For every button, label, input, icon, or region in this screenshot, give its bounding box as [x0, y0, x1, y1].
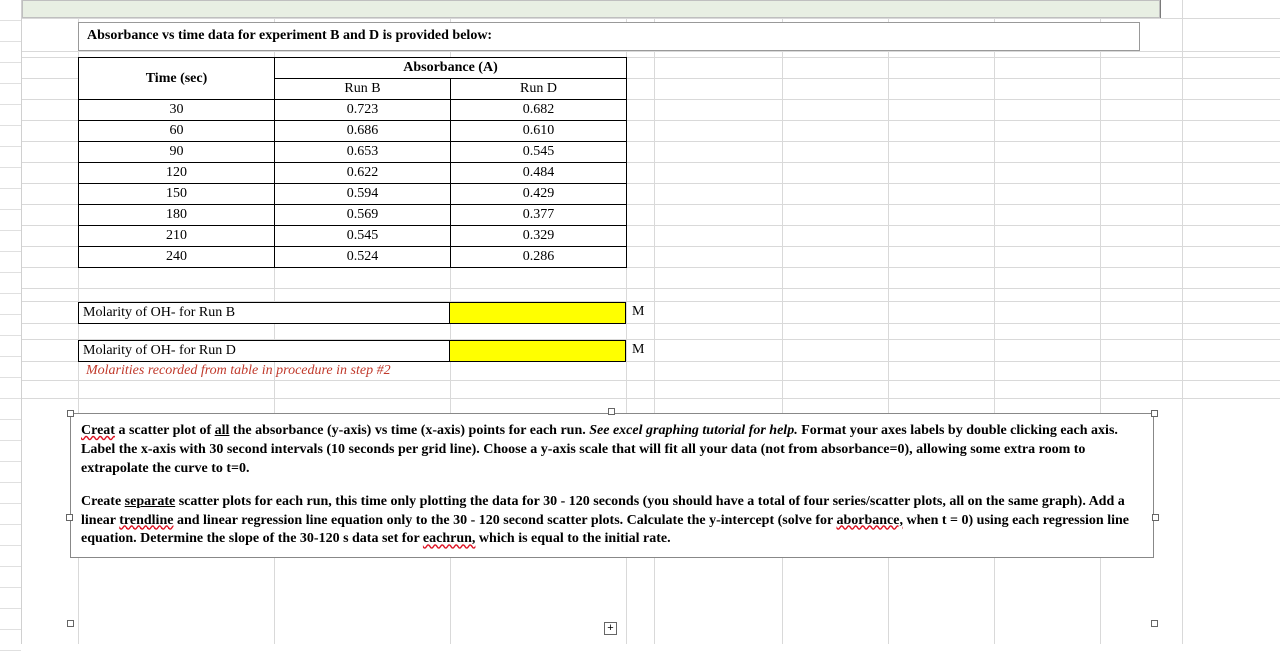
instructions-textbox[interactable]: Creat a scatter plot of all the absorban… — [70, 413, 1154, 558]
molarity-runb-label[interactable]: Molarity of OH- for Run B — [78, 302, 450, 324]
selection-handle-icon[interactable] — [1151, 620, 1158, 627]
cell-rund[interactable]: 0.484 — [451, 163, 627, 184]
cell-time[interactable]: 150 — [79, 184, 275, 205]
section-title[interactable]: Absorbance vs time data for experiment B… — [78, 22, 1140, 51]
molarity-rund-input[interactable] — [450, 340, 626, 362]
cell-rund[interactable]: 0.682 — [451, 100, 627, 121]
molarity-runb-unit: M — [626, 302, 644, 324]
section-title-text: Absorbance vs time data for experiment B… — [87, 28, 492, 43]
add-icon[interactable]: + — [604, 622, 617, 635]
header-band-divider — [1160, 0, 1161, 18]
cell-rund[interactable]: 0.429 — [451, 184, 627, 205]
table-row: 1500.5940.429 — [79, 184, 627, 205]
cell-time[interactable]: 90 — [79, 142, 275, 163]
table-row: 600.6860.610 — [79, 121, 627, 142]
table-row: 1800.5690.377 — [79, 205, 627, 226]
rund-header[interactable]: Run D — [451, 79, 627, 100]
runb-header[interactable]: Run B — [275, 79, 451, 100]
table-row: 2400.5240.286 — [79, 247, 627, 268]
table-row: 900.6530.545 — [79, 142, 627, 163]
cell-time[interactable]: 240 — [79, 247, 275, 268]
absorbance-table[interactable]: Time (sec) Absorbance (A) Run B Run D 30… — [78, 57, 627, 268]
selection-handle-icon[interactable] — [67, 620, 74, 627]
row-header-gutter[interactable] — [0, 0, 22, 644]
instructions-paragraph-2: Create separate scatter plots for each r… — [81, 493, 1143, 550]
table-row: 300.7230.682 — [79, 100, 627, 121]
table-row: 2100.5450.329 — [79, 226, 627, 247]
selection-handle-icon[interactable] — [608, 408, 615, 415]
cell-runb[interactable]: 0.686 — [275, 121, 451, 142]
selection-handle-icon[interactable] — [67, 410, 74, 417]
selection-handle-icon[interactable] — [1151, 410, 1158, 417]
cell-runb[interactable]: 0.524 — [275, 247, 451, 268]
cell-runb[interactable]: 0.653 — [275, 142, 451, 163]
molarity-rund-row[interactable]: Molarity of OH- for Run D M — [78, 340, 644, 362]
cell-time[interactable]: 210 — [79, 226, 275, 247]
cell-rund[interactable]: 0.610 — [451, 121, 627, 142]
cell-time[interactable]: 180 — [79, 205, 275, 226]
cell-runb[interactable]: 0.545 — [275, 226, 451, 247]
word-aborbance: aborbance, — [836, 513, 903, 528]
molarity-runb-input[interactable] — [450, 302, 626, 324]
cell-rund[interactable]: 0.545 — [451, 142, 627, 163]
molarity-runb-row[interactable]: Molarity of OH- for Run B M — [78, 302, 644, 324]
word-trendline: trendline — [119, 513, 173, 528]
cell-rund[interactable]: 0.329 — [451, 226, 627, 247]
merged-header-band[interactable] — [22, 0, 1160, 18]
cell-rund[interactable]: 0.377 — [451, 205, 627, 226]
table-header-row-1: Time (sec) Absorbance (A) — [79, 58, 627, 79]
word-eachrun: eachrun, — [423, 531, 476, 546]
cell-runb[interactable]: 0.594 — [275, 184, 451, 205]
molarity-rund-label[interactable]: Molarity of OH- for Run D — [78, 340, 450, 362]
word-creat: Creat — [81, 423, 115, 438]
cell-time[interactable]: 120 — [79, 163, 275, 184]
cell-runb[interactable]: 0.723 — [275, 100, 451, 121]
molarity-rund-unit: M — [626, 340, 644, 362]
cell-rund[interactable]: 0.286 — [451, 247, 627, 268]
table-row: 1200.6220.484 — [79, 163, 627, 184]
cell-time[interactable]: 30 — [79, 100, 275, 121]
molarity-note: Molarities recorded from table in proced… — [86, 363, 391, 379]
absorbance-header[interactable]: Absorbance (A) — [275, 58, 627, 79]
cell-time[interactable]: 60 — [79, 121, 275, 142]
cell-runb[interactable]: 0.569 — [275, 205, 451, 226]
instructions-paragraph-1: Creat a scatter plot of all the absorban… — [81, 422, 1143, 479]
selection-handle-icon[interactable] — [66, 514, 73, 521]
cell-runb[interactable]: 0.622 — [275, 163, 451, 184]
time-header[interactable]: Time (sec) — [79, 58, 275, 100]
selection-handle-icon[interactable] — [1152, 514, 1159, 521]
